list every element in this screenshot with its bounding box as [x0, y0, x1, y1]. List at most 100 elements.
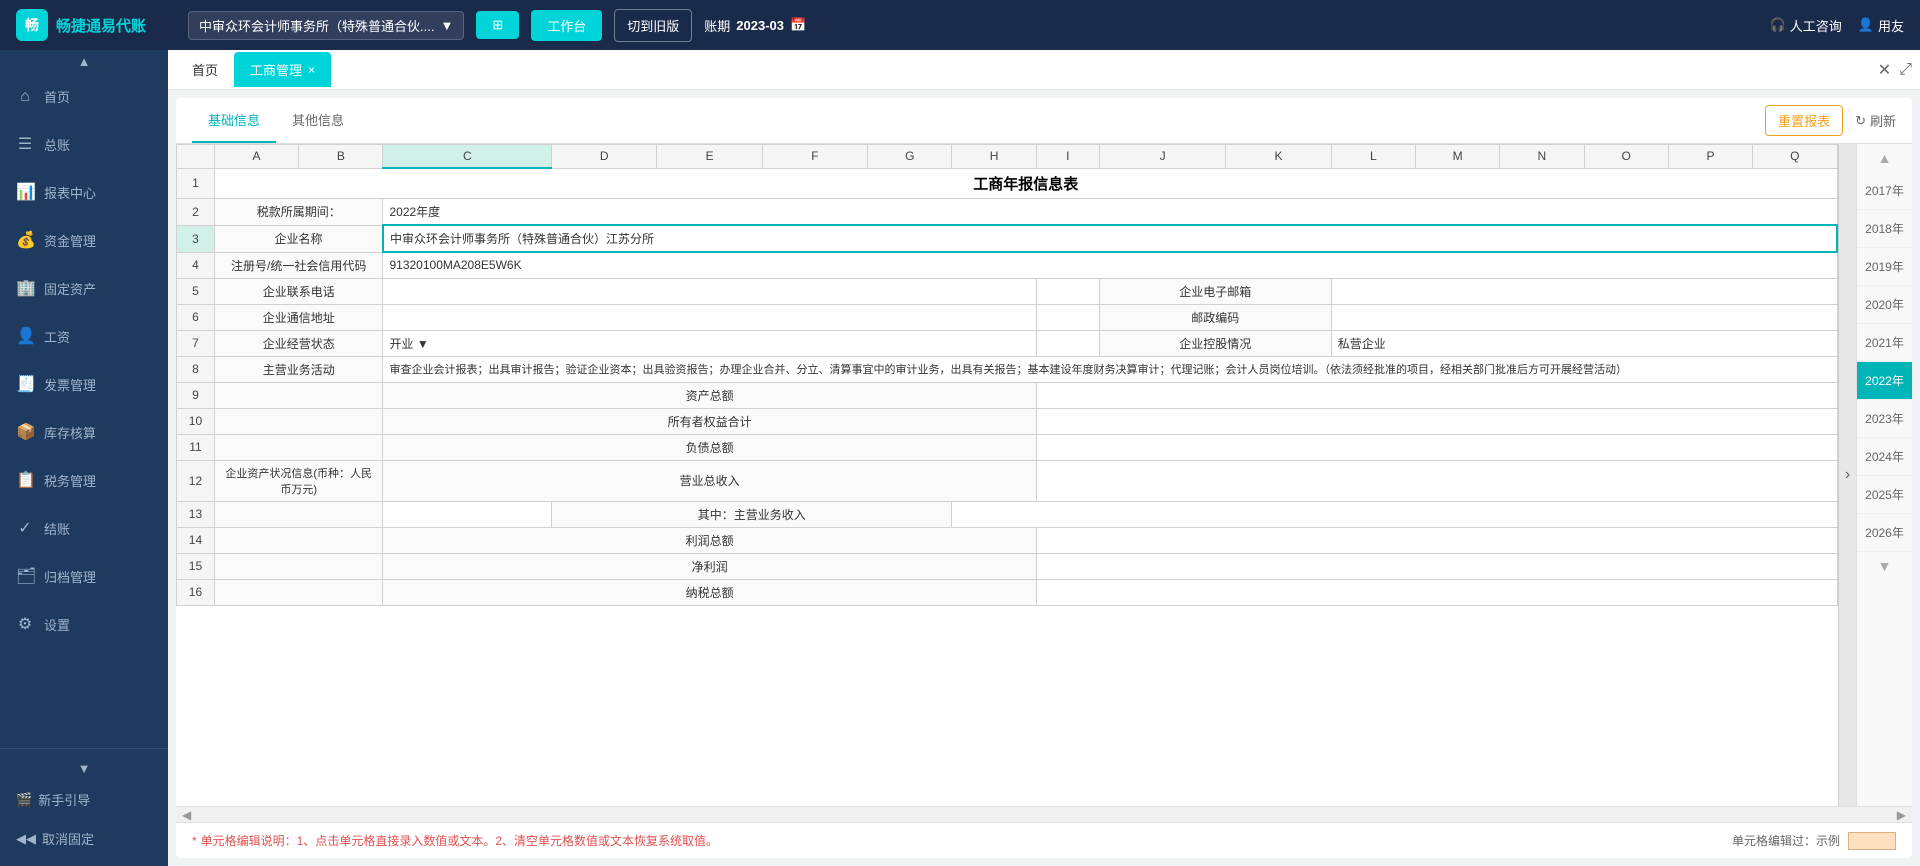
cell-5-c[interactable]: [383, 278, 1036, 304]
year-2024[interactable]: 2024年: [1857, 438, 1912, 476]
horizontal-scroll-bar[interactable]: ◀ ▶: [176, 806, 1912, 822]
tab-close-icon[interactable]: ×: [308, 63, 315, 77]
sidebar-item-fund-mgmt[interactable]: 💰 资金管理: [0, 216, 168, 264]
tax-icon: 📋: [16, 470, 34, 490]
cell-16-c: 纳税总额: [383, 579, 1036, 605]
cell-11-val[interactable]: [1036, 434, 1837, 460]
h-scroll-right[interactable]: ▶: [1891, 808, 1912, 822]
year-scroll-down[interactable]: ▼: [1857, 552, 1912, 580]
cell-15-ab: [214, 553, 383, 579]
copy-icon-btn[interactable]: ⊞: [476, 11, 519, 39]
sub-tab-basic-info[interactable]: 基础信息: [192, 98, 276, 143]
year-2022[interactable]: 2022年: [1857, 362, 1912, 400]
cell-6-c[interactable]: [383, 304, 1036, 330]
cell-9-c: 资产总额: [383, 382, 1036, 408]
year-2021[interactable]: 2021年: [1857, 324, 1912, 362]
cell-8-c[interactable]: 审查企业会计报表；出具审计报告；验证企业资本；出具验资报告；办理企业合并、分立、…: [383, 356, 1837, 382]
tab-close-window-icon[interactable]: ✕: [1878, 60, 1891, 80]
user-area[interactable]: 👤 用友: [1858, 16, 1904, 35]
year-2017[interactable]: 2017年: [1857, 172, 1912, 210]
top-nav: 畅 畅捷通易代账 中审众环会计师事务所（特殊普通合伙.... ▼ ⊞ 工作台 切…: [0, 0, 1920, 50]
cell-7-c[interactable]: 开业 ▼: [383, 330, 1036, 356]
year-scroll-up[interactable]: ▲: [1857, 144, 1912, 172]
cell-12-val[interactable]: [1036, 460, 1837, 501]
col-c[interactable]: C: [383, 145, 552, 169]
year-2020[interactable]: 2020年: [1857, 286, 1912, 324]
cell-2-c[interactable]: 2022年度: [383, 199, 1837, 226]
year-2018[interactable]: 2018年: [1857, 210, 1912, 248]
sidebar-scroll-up[interactable]: ▲: [0, 50, 168, 73]
refresh-button[interactable]: ↻ 刷新: [1855, 111, 1896, 130]
year-sidebar: ▲ 2017年 2018年 2019年 2020年 2021年 2022年 20…: [1856, 144, 1912, 806]
sidebar-item-home[interactable]: ⌂ 首页: [0, 73, 168, 120]
sidebar-bottom: ▼ 🎬 新手引导 ◀◀ 取消固定: [0, 748, 168, 866]
row-num-6: 6: [177, 304, 215, 330]
tab-home[interactable]: 首页: [176, 52, 234, 87]
home-icon: ⌂: [16, 88, 34, 106]
reset-report-button[interactable]: 重置报表: [1765, 105, 1843, 136]
workbench-button[interactable]: 工作台: [531, 10, 602, 41]
year-2025[interactable]: 2025年: [1857, 476, 1912, 514]
logo-icon: 畅: [16, 9, 48, 41]
sidebar-item-general-ledger[interactable]: ☰ 总账: [0, 120, 168, 168]
spreadsheet-title: 工商年报信息表: [973, 176, 1078, 193]
cell-title[interactable]: 工商年报信息表: [214, 168, 1837, 199]
switch-old-button[interactable]: 切到旧版: [614, 9, 692, 42]
cell-10-val[interactable]: [1036, 408, 1837, 434]
cell-16-val[interactable]: [1036, 579, 1837, 605]
cell-13-val[interactable]: [952, 501, 1837, 527]
sidebar-item-archive-mgmt[interactable]: 🗂 归档管理: [0, 552, 168, 600]
sidebar-item-fixed-assets[interactable]: 🏢 固定资产: [0, 264, 168, 312]
table-row: 13 其中：主营业务收入: [177, 501, 1838, 527]
cell-4-ab: 注册号/统一社会信用代码: [214, 252, 383, 278]
row-num-10: 10: [177, 408, 215, 434]
row-num-8: 8: [177, 356, 215, 382]
year-2019[interactable]: 2019年: [1857, 248, 1912, 286]
cell-14-val[interactable]: [1036, 527, 1837, 553]
sidebar-item-tax-mgmt[interactable]: 📋 税务管理: [0, 456, 168, 504]
sidebar-scroll-down[interactable]: ▼: [0, 757, 168, 780]
cell-15-val[interactable]: [1036, 553, 1837, 579]
company-selector[interactable]: 中审众环会计师事务所（特殊普通合伙.... ▼: [188, 11, 464, 40]
sub-tab-other-info[interactable]: 其他信息: [276, 98, 360, 143]
headset-icon: 🎧: [1770, 17, 1786, 33]
consult-btn[interactable]: 🎧 人工咨询: [1770, 16, 1842, 35]
bottom-bar: * 单元格编辑说明：1、点击单元格直接录入数值或文本。2、清空单元格数值或文本恢…: [176, 822, 1912, 858]
sidebar-label-fixed-assets: 固定资产: [44, 279, 96, 298]
table-row: 15 净利润: [177, 553, 1838, 579]
table-row: 10 所有者权益合计: [177, 408, 1838, 434]
spreadsheet-main[interactable]: A B C D E F G H I J K L: [176, 144, 1838, 806]
table-row: 3 企业名称 中审众环会计师事务所（特殊普通合伙）江苏分所: [177, 225, 1838, 252]
sidebar-item-settlement[interactable]: ✓ 结账: [0, 504, 168, 552]
table-row: 8 主营业务活动 审查企业会计报表；出具审计报告；验证企业资本；出具验资报告；办…: [177, 356, 1838, 382]
cell-5-k[interactable]: [1331, 278, 1837, 304]
sidebar-label-settings: 设置: [44, 615, 70, 634]
new-guide-btn[interactable]: 🎬 新手引导: [0, 780, 168, 819]
collapse-icon: ›: [1845, 466, 1850, 484]
sidebar-item-inventory[interactable]: 📦 库存核算: [0, 408, 168, 456]
sidebar-item-wages[interactable]: 👤 工资: [0, 312, 168, 360]
year-2026[interactable]: 2026年: [1857, 514, 1912, 552]
h-scroll-inner[interactable]: [197, 807, 1891, 822]
period-label: 账期: [704, 16, 730, 35]
cell-4-c[interactable]: 91320100MA208E5W6K: [383, 252, 1837, 278]
unpin-btn[interactable]: ◀◀ 取消固定: [0, 819, 168, 858]
tab-expand-icon[interactable]: ⤢: [1899, 61, 1912, 79]
sidebar-item-settings[interactable]: ⚙ 设置: [0, 600, 168, 648]
cell-7-k[interactable]: 私营企业: [1331, 330, 1837, 356]
tab-gongshang[interactable]: 工商管理 ×: [234, 52, 331, 87]
h-scroll-left[interactable]: ◀: [176, 808, 197, 822]
cell-6-k[interactable]: [1331, 304, 1837, 330]
corner-cell: [177, 145, 215, 169]
cell-12-c: 营业总收入: [383, 460, 1036, 501]
collapse-button[interactable]: ›: [1838, 144, 1856, 806]
cell-9-val[interactable]: [1036, 382, 1837, 408]
year-2023[interactable]: 2023年: [1857, 400, 1912, 438]
pin-icon: ◀◀: [16, 831, 36, 847]
cell-7-ab: 企业经营状态: [214, 330, 383, 356]
sidebar-item-invoice-mgmt[interactable]: 🧾 发票管理: [0, 360, 168, 408]
calendar-icon[interactable]: 📅: [790, 17, 806, 33]
unpin-label: 取消固定: [42, 829, 94, 848]
sidebar-item-report-center[interactable]: 📊 报表中心: [0, 168, 168, 216]
cell-3-c[interactable]: 中审众环会计师事务所（特殊普通合伙）江苏分所: [383, 225, 1837, 252]
